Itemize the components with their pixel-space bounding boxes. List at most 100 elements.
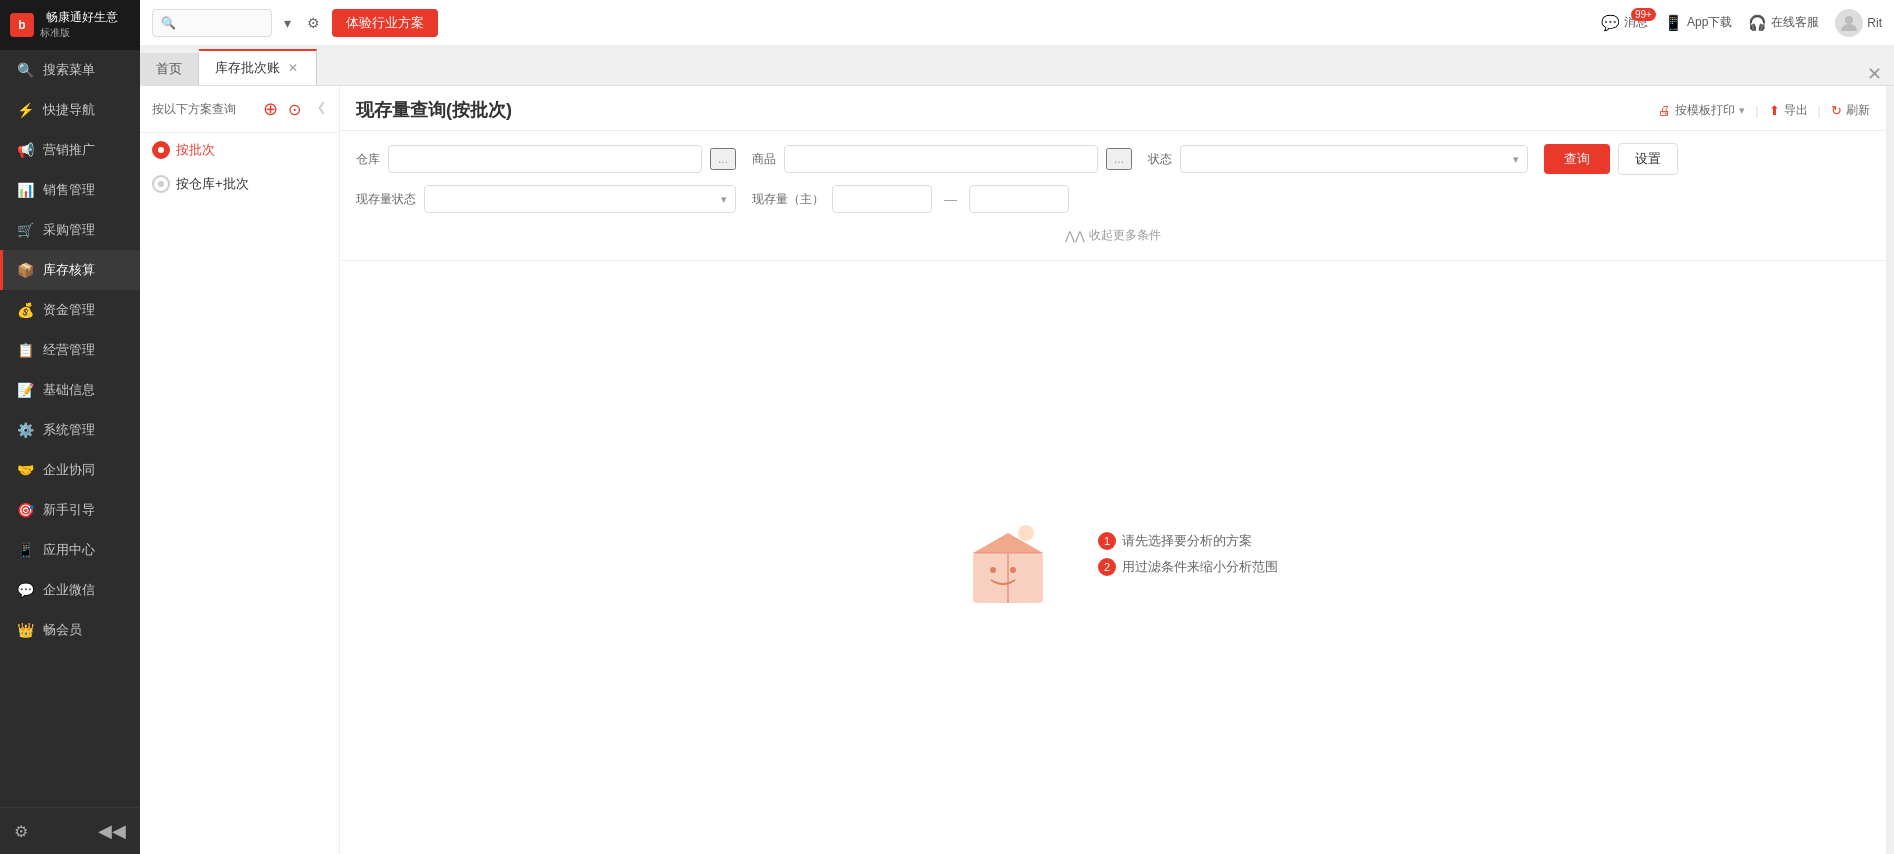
tab-inventory-batch[interactable]: 库存批次账 ✕ <box>199 49 317 85</box>
right-panel: 现存量查询(按批次) 🖨 按模板打印 ▾ | ⬆ 导出 | ↻ <box>340 86 1886 854</box>
settings-icon-btn[interactable]: ⚙ <box>12 820 30 843</box>
sidebar-item-label: 销售管理 <box>43 181 95 199</box>
page-actions: 🖨 按模板打印 ▾ | ⬆ 导出 | ↻ 刷新 <box>1658 102 1870 119</box>
inventory-qty-max[interactable] <box>969 185 1069 213</box>
inventory-icon: 📦 <box>15 260 35 280</box>
sidebar-item-label: 企业协同 <box>43 461 95 479</box>
collapse-filters-btn[interactable]: ⋀⋀ 收起更多条件 <box>356 223 1870 248</box>
print-dropdown-icon: ▾ <box>1739 104 1745 117</box>
status-label: 状态 <box>1148 151 1172 168</box>
messages-badge: 99+ <box>1631 8 1656 21</box>
enterprise-icon: 🤝 <box>15 460 35 480</box>
warehouse-filter: 仓库 ... <box>356 145 736 173</box>
sidebar-item-label: 畅会员 <box>43 621 82 639</box>
scheme-settings-btn[interactable]: ⊙ <box>286 98 303 121</box>
sidebar-item-label: 应用中心 <box>43 541 95 559</box>
sidebar-item-label: 资金管理 <box>43 301 95 319</box>
inventory-qty-min[interactable] <box>832 185 932 213</box>
sidebar-item-enterprise[interactable]: 🤝 企业协同 <box>0 450 140 490</box>
app-logo: b <box>10 13 34 37</box>
page-header: 现存量查询(按批次) 🖨 按模板打印 ▾ | ⬆ 导出 | ↻ <box>340 86 1886 131</box>
inventory-status-filter: 现存量状态 ▾ <box>356 185 736 213</box>
finance-icon: 💰 <box>15 300 35 320</box>
scheme-dot-outline-icon <box>152 175 170 193</box>
step2-num: 2 <box>1098 558 1116 576</box>
sidebar-item-sales[interactable]: 📊 销售管理 <box>0 170 140 210</box>
refresh-btn[interactable]: ↻ 刷新 <box>1831 102 1870 119</box>
sidebar-item-app-center[interactable]: 📱 应用中心 <box>0 530 140 570</box>
warehouse-more-btn[interactable]: ... <box>710 148 736 170</box>
scheme-dot-icon <box>152 141 170 159</box>
sidebar-item-marketing[interactable]: 📢 营销推广 <box>0 130 140 170</box>
experience-industry-btn[interactable]: 体验行业方案 <box>332 9 438 37</box>
sales-icon: 📊 <box>15 180 35 200</box>
collapse-panel-btn[interactable]: 《 <box>309 98 327 120</box>
inventory-qty-label: 现存量（主） <box>752 191 824 208</box>
product-filter: 商品 ... <box>752 145 1132 173</box>
scheme-query-label: 按以下方案查询 <box>152 101 236 118</box>
settings-btn[interactable]: 设置 <box>1618 143 1678 175</box>
inventory-status-select[interactable]: ▾ <box>424 185 736 213</box>
search-icon: 🔍 <box>15 60 35 80</box>
sidebar-item-inventory[interactable]: 📦 库存核算 <box>0 250 140 290</box>
collapse-sidebar-btn[interactable]: ◀◀ <box>96 818 128 844</box>
inventory-qty-filter: 现存量（主） — <box>752 185 1132 213</box>
sidebar-item-search[interactable]: 🔍 搜索菜单 <box>0 50 140 90</box>
product-more-btn[interactable]: ... <box>1106 148 1132 170</box>
export-label: 导出 <box>1784 102 1808 119</box>
user-info[interactable]: Rit <box>1835 9 1882 37</box>
export-btn[interactable]: ⬆ 导出 <box>1769 102 1808 119</box>
app-download-label: App下载 <box>1687 14 1732 31</box>
app-name: 畅康通好生意 <box>46 10 118 26</box>
tab-close-icon[interactable]: ✕ <box>286 61 300 75</box>
main-area: 🔍 ▾ ⚙ 体验行业方案 💬 消息 99+ 📱 App下载 🎧 在线客服 <box>140 0 1894 854</box>
svg-point-0 <box>1845 16 1853 24</box>
collapse-label: 收起更多条件 <box>1089 227 1161 244</box>
add-scheme-btn[interactable]: ⊕ <box>261 96 280 122</box>
sidebar-item-system[interactable]: ⚙️ 系统管理 <box>0 410 140 450</box>
scheme-item-label: 按批次 <box>176 141 215 159</box>
sidebar-item-enterprise-wechat[interactable]: 💬 企业微信 <box>0 570 140 610</box>
sidebar-item-quick-nav[interactable]: ⚡ 快捷导航 <box>0 90 140 130</box>
sidebar-header: b 畅康通好生意 标准版 <box>0 0 140 50</box>
gear-btn[interactable]: ⚙ <box>303 11 324 35</box>
online-service-btn[interactable]: 🎧 在线客服 <box>1748 14 1819 32</box>
tab-close-all-btn[interactable]: ✕ <box>1855 63 1894 85</box>
scheme-item-by-warehouse-batch[interactable]: 按仓库+批次 <box>140 167 339 201</box>
online-service-label: 在线客服 <box>1771 14 1819 31</box>
action-divider: | <box>1755 103 1758 118</box>
message-icon: 💬 <box>1601 14 1620 32</box>
sidebar-item-label: 库存核算 <box>43 261 95 279</box>
collapse-up-icon: ⋀⋀ <box>1065 229 1085 243</box>
sidebar-item-purchase[interactable]: 🛒 采购管理 <box>0 210 140 250</box>
sidebar-item-member[interactable]: 👑 畅会员 <box>0 610 140 650</box>
product-input[interactable] <box>784 145 1098 173</box>
left-panel: 按以下方案查询 ⊕ ⊙ 《 按批次 按仓库+批次 <box>140 86 340 854</box>
messages-btn[interactable]: 💬 消息 99+ <box>1601 14 1648 32</box>
query-btn[interactable]: 查询 <box>1544 144 1610 174</box>
sidebar-item-operations[interactable]: 📋 经营管理 <box>0 330 140 370</box>
app-download-btn[interactable]: 📱 App下载 <box>1664 14 1732 32</box>
quick-nav-icon: ⚡ <box>15 100 35 120</box>
sidebar-item-newbie[interactable]: 🎯 新手引导 <box>0 490 140 530</box>
print-template-btn[interactable]: 🖨 按模板打印 ▾ <box>1658 102 1745 119</box>
range-dash: — <box>940 192 961 207</box>
sidebar-item-label: 经营管理 <box>43 341 95 359</box>
dropdown-arrow-btn[interactable]: ▾ <box>280 13 295 33</box>
empty-illustration <box>948 498 1068 618</box>
member-icon: 👑 <box>15 620 35 640</box>
tab-home[interactable]: 首页 <box>140 53 199 85</box>
topbar: 🔍 ▾ ⚙ 体验行业方案 💬 消息 99+ 📱 App下载 🎧 在线客服 <box>140 0 1894 46</box>
scheme-item-by-batch[interactable]: 按批次 <box>140 133 339 167</box>
sidebar-item-basic-info[interactable]: 📝 基础信息 <box>0 370 140 410</box>
warehouse-input[interactable] <box>388 145 702 173</box>
sidebar-item-finance[interactable]: 💰 资金管理 <box>0 290 140 330</box>
inventory-status-label: 现存量状态 <box>356 191 416 208</box>
tabbar-right: ✕ <box>1855 63 1894 85</box>
search-box[interactable]: 🔍 <box>152 9 272 37</box>
online-service-icon: 🎧 <box>1748 14 1767 32</box>
operations-icon: 📋 <box>15 340 35 360</box>
left-panel-header: 按以下方案查询 ⊕ ⊙ 《 <box>140 86 339 133</box>
status-select[interactable]: ▾ <box>1180 145 1528 173</box>
step2-text: 用过滤条件来缩小分析范围 <box>1122 558 1278 576</box>
